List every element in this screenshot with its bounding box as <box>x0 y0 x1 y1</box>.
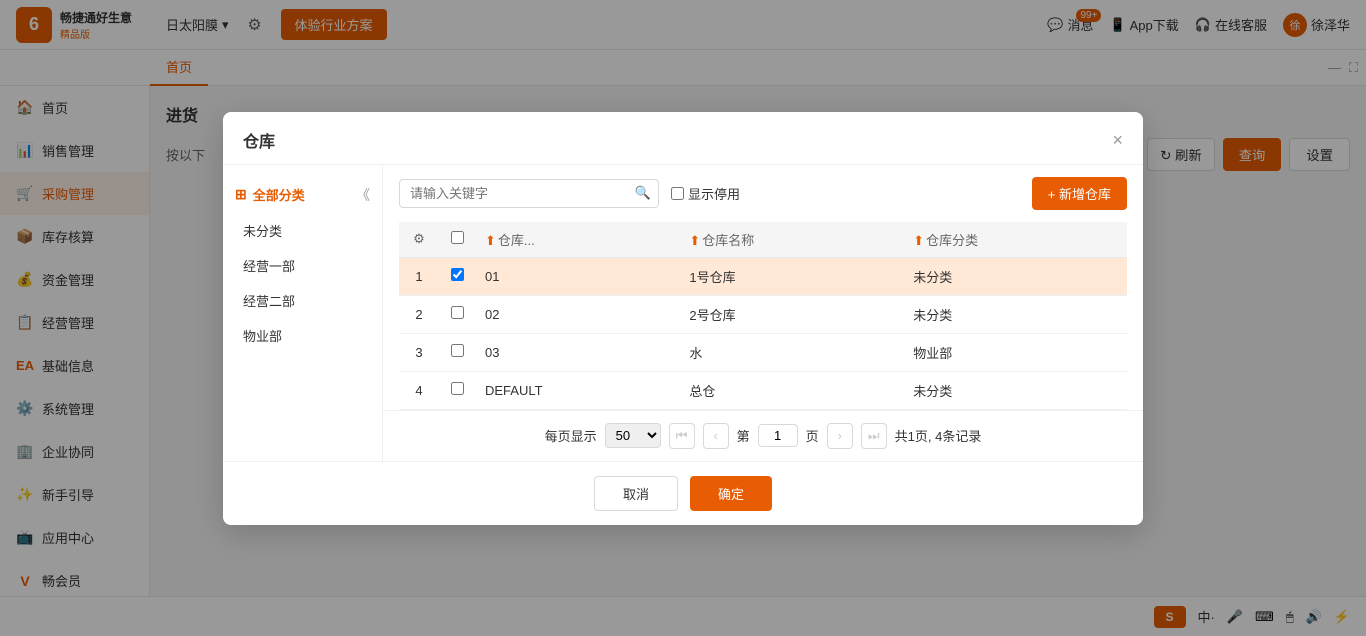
modal-overlay: 仓库 × ⊞ 全部分类 《 未分类 经营一部 经营二部 物业部 <box>0 0 1366 636</box>
collapse-category-button[interactable]: 《 <box>356 185 370 205</box>
row-category-3: 物业部 <box>903 333 1127 371</box>
col-checkbox <box>439 222 475 258</box>
row-select-1[interactable] <box>451 268 464 281</box>
row-code-1: 01 <box>475 257 679 295</box>
search-input-wrap: 🔍 <box>399 179 659 208</box>
row-action-4: 4 <box>399 371 439 409</box>
select-all-checkbox[interactable] <box>451 231 464 244</box>
row-name-4: 总仓 <box>679 371 903 409</box>
row-checkbox-3 <box>439 333 475 371</box>
modal-body: ⊞ 全部分类 《 未分类 经营一部 经营二部 物业部 🔍 <box>223 165 1143 461</box>
modal-close-button[interactable]: × <box>1112 131 1123 149</box>
per-page-select[interactable]: 50 10 20 100 <box>605 423 661 448</box>
row-select-2[interactable] <box>451 306 464 319</box>
confirm-button[interactable]: 确定 <box>690 476 772 511</box>
row-checkbox-4 <box>439 371 475 409</box>
row-action-1: 1 <box>399 257 439 295</box>
row-name-1: 1号仓库 <box>679 257 903 295</box>
first-page-button[interactable]: ⏮ <box>669 423 695 449</box>
per-page-label: 每页显示 <box>545 426 597 445</box>
row-select-4[interactable] <box>451 382 464 395</box>
page-label: 第 <box>737 426 750 445</box>
row-select-3[interactable] <box>451 344 464 357</box>
row-category-1: 未分类 <box>903 257 1127 295</box>
col-settings: ⚙ <box>399 222 439 258</box>
row-name-3: 水 <box>679 333 903 371</box>
sort-cat-icon: ⬆ <box>913 233 924 248</box>
row-name-2: 2号仓库 <box>679 295 903 333</box>
next-page-button[interactable]: › <box>827 423 853 449</box>
search-input[interactable] <box>399 179 659 208</box>
warehouse-table: ⚙ ⬆仓库... ⬆仓库名称 ⬆仓库分类 1 01 <box>383 222 1143 410</box>
table-row[interactable]: 2 02 2号仓库 未分类 <box>399 295 1127 333</box>
row-checkbox-2 <box>439 295 475 333</box>
prev-page-button[interactable]: ‹ <box>703 423 729 449</box>
col-category: ⬆仓库分类 <box>903 222 1127 258</box>
page-unit: 页 <box>806 426 819 445</box>
table-row[interactable]: 4 DEFAULT 总仓 未分类 <box>399 371 1127 409</box>
category-item-unclassified[interactable]: 未分类 <box>223 213 382 248</box>
table-row[interactable]: 1 01 1号仓库 未分类 <box>399 257 1127 295</box>
category-header: ⊞ 全部分类 《 <box>223 177 382 213</box>
show-disabled-checkbox[interactable] <box>671 187 684 200</box>
modal-footer: 取消 确定 <box>223 461 1143 525</box>
row-code-4: DEFAULT <box>475 371 679 409</box>
modal-title: 仓库 <box>243 128 275 152</box>
row-code-2: 02 <box>475 295 679 333</box>
page-number-input[interactable] <box>758 424 798 447</box>
row-category-2: 未分类 <box>903 295 1127 333</box>
warehouse-data-table: ⚙ ⬆仓库... ⬆仓库名称 ⬆仓库分类 1 01 <box>399 222 1127 410</box>
row-category-4: 未分类 <box>903 371 1127 409</box>
category-all-button[interactable]: ⊞ 全部分类 <box>235 185 305 204</box>
row-action-3: 3 <box>399 333 439 371</box>
search-bar: 🔍 显示停用 + 新增仓库 <box>383 165 1143 222</box>
col-name: ⬆仓库名称 <box>679 222 903 258</box>
last-page-button[interactable]: ⏭ <box>861 423 887 449</box>
sort-code-icon: ⬆ <box>485 233 496 248</box>
row-checkbox-1 <box>439 257 475 295</box>
table-header-row: ⚙ ⬆仓库... ⬆仓库名称 ⬆仓库分类 <box>399 222 1127 258</box>
total-info: 共1页, 4条记录 <box>895 426 982 445</box>
table-row[interactable]: 3 03 水 物业部 <box>399 333 1127 371</box>
row-code-3: 03 <box>475 333 679 371</box>
warehouse-modal: 仓库 × ⊞ 全部分类 《 未分类 经营一部 经营二部 物业部 <box>223 112 1143 525</box>
pagination: 每页显示 50 10 20 100 ⏮ ‹ 第 页 › ⏭ 共1页, 4条记录 <box>383 410 1143 461</box>
category-item-ops2[interactable]: 经营二部 <box>223 283 382 318</box>
cancel-button[interactable]: 取消 <box>594 476 678 511</box>
category-item-property[interactable]: 物业部 <box>223 318 382 353</box>
add-warehouse-button[interactable]: + 新增仓库 <box>1032 177 1127 210</box>
category-panel: ⊞ 全部分类 《 未分类 经营一部 经营二部 物业部 <box>223 165 383 461</box>
content-panel: 🔍 显示停用 + 新增仓库 ⚙ <box>383 165 1143 461</box>
col-code: ⬆仓库... <box>475 222 679 258</box>
search-icon[interactable]: 🔍 <box>635 185 651 201</box>
category-item-ops1[interactable]: 经营一部 <box>223 248 382 283</box>
row-action-2: 2 <box>399 295 439 333</box>
grid-icon: ⊞ <box>235 186 247 203</box>
show-disabled-label: 显示停用 <box>671 184 740 203</box>
modal-header: 仓库 × <box>223 112 1143 165</box>
sort-name-icon: ⬆ <box>689 233 700 248</box>
